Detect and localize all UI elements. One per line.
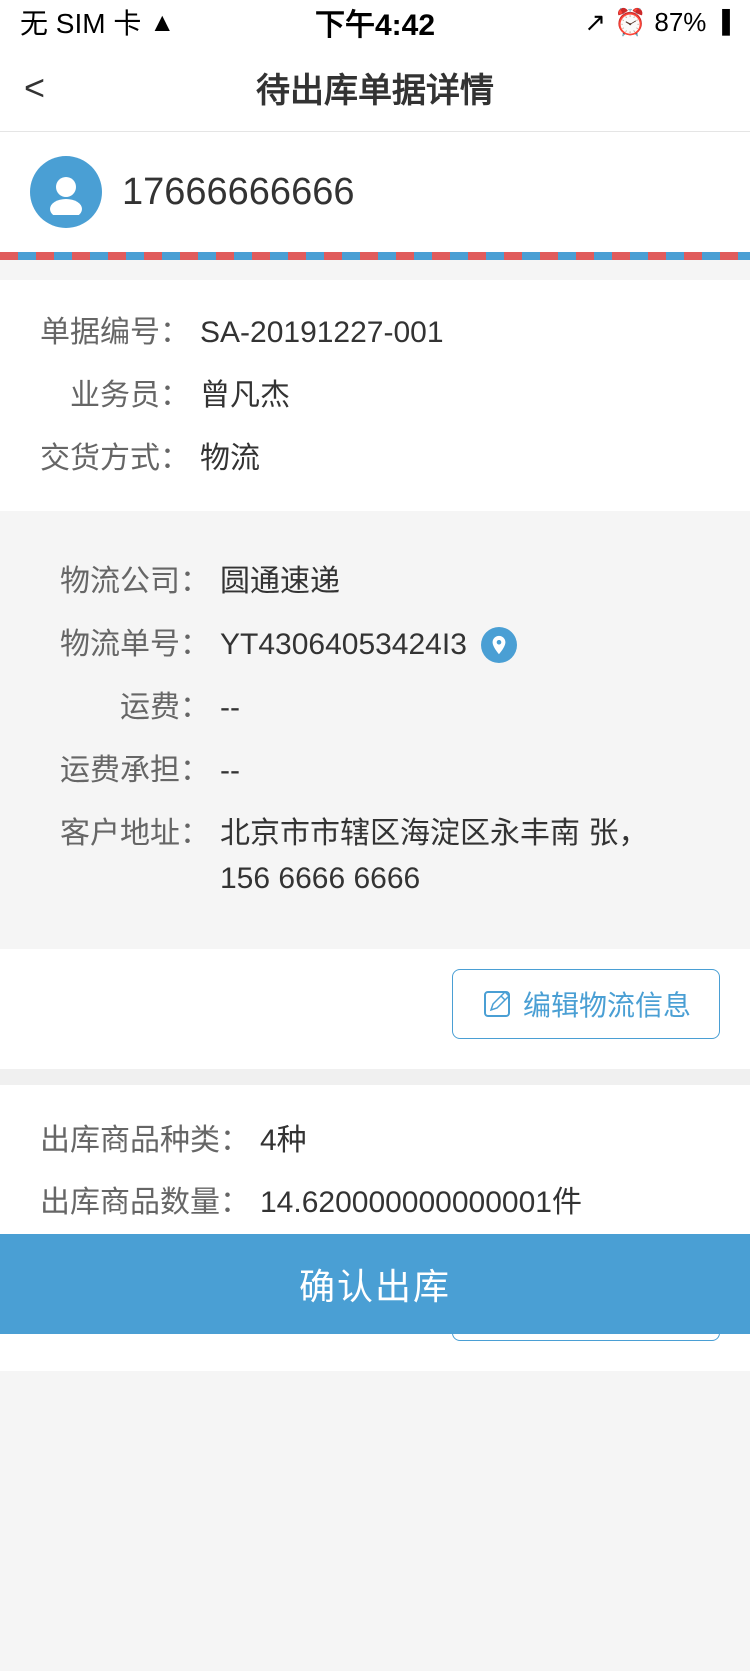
document-number-label: 单据编号：	[40, 310, 190, 355]
goods-type-row: 出库商品种类： 4种	[40, 1115, 710, 1159]
user-section: 17666666666	[0, 132, 750, 252]
confirm-button[interactable]: 确认出库	[0, 1234, 750, 1334]
tracking-location-button[interactable]	[481, 627, 517, 663]
confirm-btn-wrap: 确认出库	[0, 1234, 750, 1334]
carrier-label: 无 SIM 卡	[20, 2, 141, 42]
logistics-tracking-value: YT43064053424I3	[220, 622, 690, 667]
dashed-divider	[0, 252, 750, 260]
salesman-label: 业务员：	[40, 373, 190, 418]
salesman-value: 曾凡杰	[200, 373, 710, 418]
document-number-row: 单据编号： SA-20191227-001	[40, 310, 710, 355]
salesman-row: 业务员： 曾凡杰	[40, 373, 710, 418]
logistics-company-label: 物流公司：	[60, 559, 210, 604]
address-value: 北京市市辖区海淀区永丰南 张，156 6666 6666	[220, 811, 690, 901]
battery-label: 87%	[654, 7, 706, 38]
edit-btn-label: 编辑物流信息	[523, 984, 691, 1024]
edit-logistics-button[interactable]: 编辑物流信息	[452, 969, 720, 1039]
freight-bear-row: 运费承担： --	[60, 748, 690, 793]
status-bar: 无 SIM 卡 ▲ 下午4:42 ↗ ⏰ 87% ▐	[0, 0, 750, 44]
goods-quantity-value: 14.620000000000001件	[260, 1177, 710, 1221]
freight-bear-label: 运费承担：	[60, 748, 210, 793]
user-phone: 17666666666	[122, 171, 354, 214]
edit-btn-row: 编辑物流信息	[0, 949, 750, 1069]
location-icon: ↗	[584, 7, 606, 38]
tracking-row: YT43064053424I3	[220, 622, 690, 667]
page-title: 待出库单据详情	[256, 63, 494, 112]
battery-icon: ▐	[714, 9, 730, 35]
goods-quantity-row: 出库商品数量： 14.620000000000001件	[40, 1177, 710, 1221]
logistics-tracking-row: 物流单号： YT43064053424I3	[60, 622, 690, 667]
document-info-card: 单据编号： SA-20191227-001 业务员： 曾凡杰 交货方式： 物流	[0, 280, 750, 511]
document-number-value: SA-20191227-001	[200, 310, 710, 355]
logistics-tracking-label: 物流单号：	[60, 622, 210, 667]
goods-type-value: 4种	[260, 1115, 710, 1159]
user-avatar-icon	[43, 169, 89, 215]
back-button[interactable]: <	[24, 67, 45, 109]
spacer	[0, 1371, 750, 1571]
nav-bar: < 待出库单据详情	[0, 44, 750, 132]
tracking-number: YT43064053424I3	[220, 622, 467, 667]
alarm-icon: ⏰	[614, 7, 646, 38]
delivery-row: 交货方式： 物流	[40, 436, 710, 481]
location-pin-icon	[488, 634, 510, 656]
freight-value: --	[220, 685, 690, 730]
delivery-label: 交货方式：	[40, 436, 190, 481]
freight-bear-value: --	[220, 748, 690, 793]
goods-type-label: 出库商品种类：	[40, 1115, 250, 1159]
freight-label: 运费：	[60, 685, 210, 730]
logistics-company-row: 物流公司： 圆通速递	[60, 559, 690, 604]
avatar	[30, 156, 102, 228]
goods-card: 出库商品种类： 4种 出库商品数量： 14.620000000000001件	[0, 1085, 750, 1251]
address-label: 客户地址：	[60, 811, 210, 856]
status-time: 下午4:42	[315, 0, 435, 44]
status-left: 无 SIM 卡 ▲	[20, 2, 175, 42]
address-row: 客户地址： 北京市市辖区海淀区永丰南 张，156 6666 6666	[60, 811, 690, 901]
wifi-icon: ▲	[149, 7, 175, 38]
goods-quantity-label: 出库商品数量：	[40, 1177, 250, 1221]
edit-icon	[481, 988, 513, 1020]
delivery-value: 物流	[200, 436, 710, 481]
logistics-card: 物流公司： 圆通速递 物流单号： YT43064053424I3 运费： --	[30, 531, 720, 929]
status-right: ↗ ⏰ 87% ▐	[584, 7, 730, 38]
logistics-company-value: 圆通速递	[220, 559, 690, 604]
freight-row: 运费： --	[60, 685, 690, 730]
section-divider	[0, 1069, 750, 1085]
